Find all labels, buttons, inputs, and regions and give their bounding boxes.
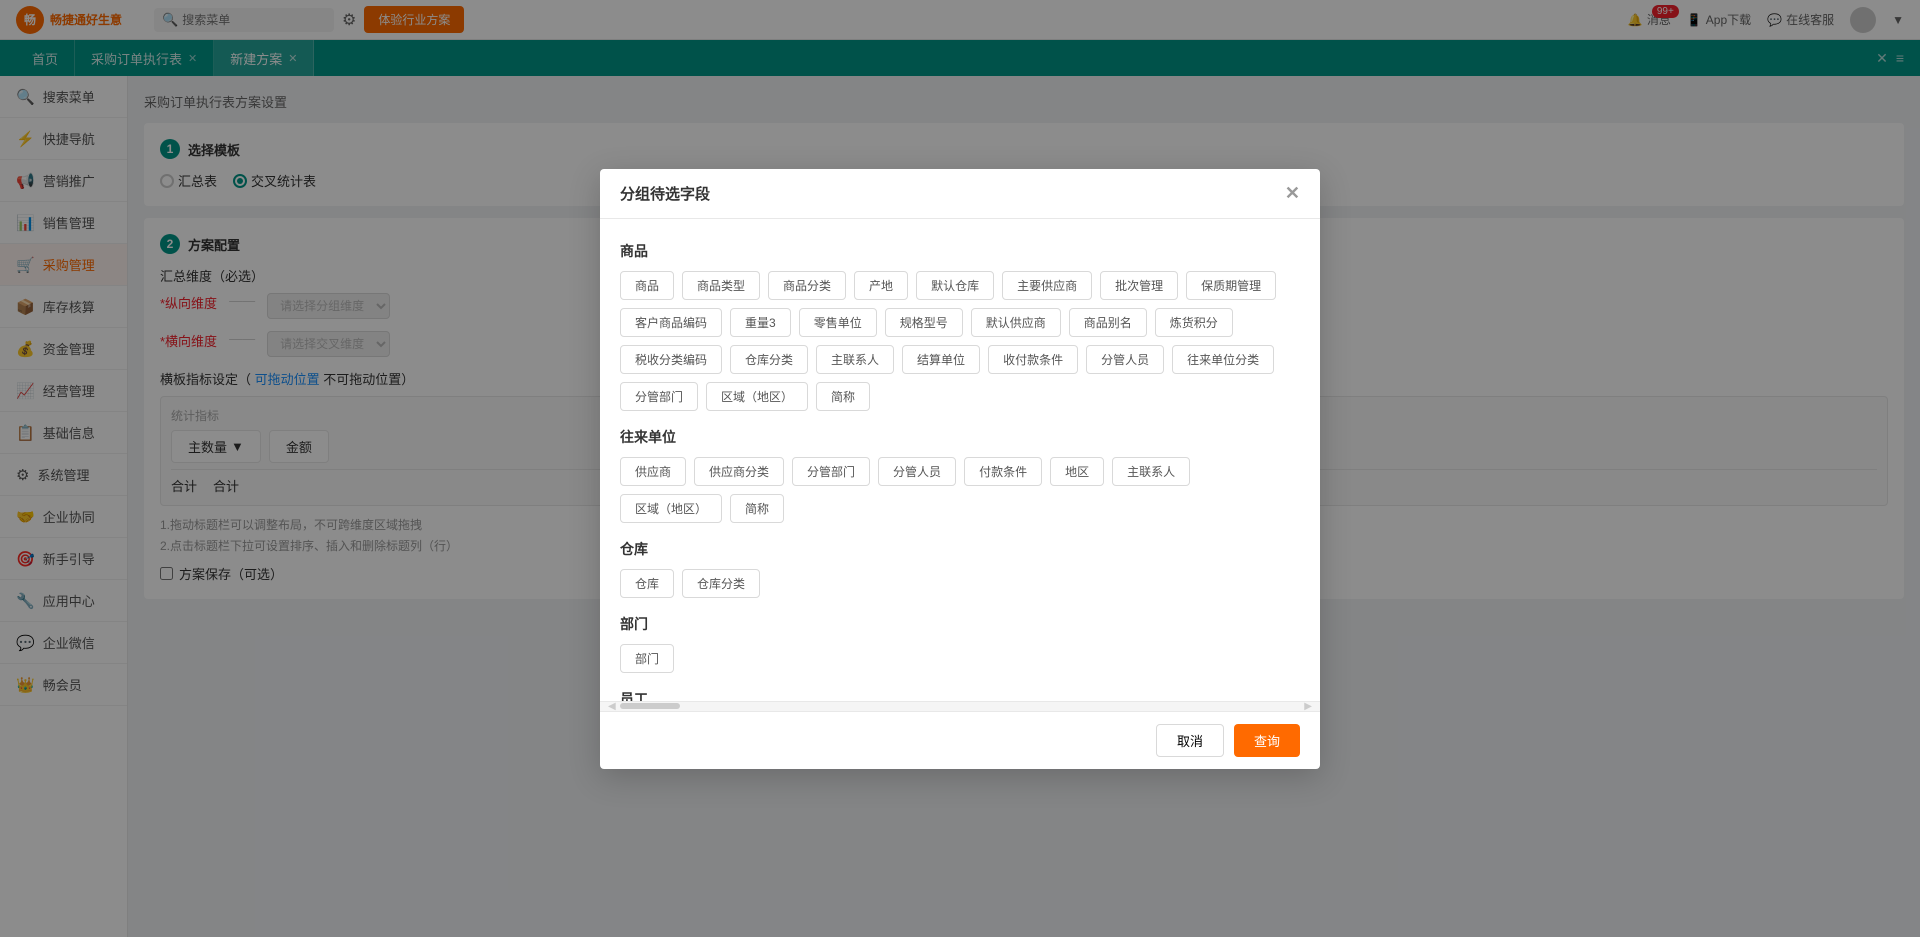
field-partner-category[interactable]: 往来单位分类: [1172, 345, 1274, 374]
field-department[interactable]: 部门: [620, 644, 674, 673]
section-title-warehouse: 仓库: [620, 539, 1300, 559]
field-retail-unit[interactable]: 零售单位: [799, 308, 877, 337]
section-title-department: 部门: [620, 614, 1300, 634]
modal-close-btn[interactable]: ✕: [1285, 183, 1300, 204]
field-batch-mgmt[interactable]: 批次管理: [1100, 271, 1178, 300]
field-warehouse[interactable]: 仓库: [620, 569, 674, 598]
field-main-contact[interactable]: 主联系人: [816, 345, 894, 374]
field-spec-model[interactable]: 规格型号: [885, 308, 963, 337]
field-expiry-mgmt[interactable]: 保质期管理: [1186, 271, 1276, 300]
modal-header: 分组待选字段 ✕: [600, 169, 1320, 219]
field-grid-department: 部门: [620, 644, 1300, 673]
modal-cancel-btn[interactable]: 取消: [1156, 724, 1224, 757]
field-partner-contact[interactable]: 主联系人: [1112, 457, 1190, 486]
field-refine-points[interactable]: 炼货积分: [1155, 308, 1233, 337]
field-abbr[interactable]: 简称: [816, 382, 870, 411]
field-product[interactable]: 商品: [620, 271, 674, 300]
modal-hscroll[interactable]: ◀ ▶: [600, 701, 1320, 711]
hscroll-thumb[interactable]: [620, 703, 680, 709]
field-main-supplier[interactable]: 主要供应商: [1002, 271, 1092, 300]
field-weight3[interactable]: 重量3: [730, 308, 791, 337]
modal-title: 分组待选字段: [620, 183, 710, 204]
field-product-alias[interactable]: 商品别名: [1069, 308, 1147, 337]
field-default-warehouse[interactable]: 默认仓库: [916, 271, 994, 300]
modal-overlay: 分组待选字段 ✕ 商品 商品 商品类型 商品分类 产地 默认仓库 主要供应商 批…: [0, 0, 1920, 937]
modal: 分组待选字段 ✕ 商品 商品 商品类型 商品分类 产地 默认仓库 主要供应商 批…: [600, 169, 1320, 769]
modal-footer: 取消 查询: [600, 711, 1320, 769]
field-partner-abbr[interactable]: 简称: [730, 494, 784, 523]
field-supervisor[interactable]: 分管人员: [1086, 345, 1164, 374]
field-grid-product: 商品 商品类型 商品分类 产地 默认仓库 主要供应商 批次管理 保质期管理 客户…: [620, 271, 1300, 411]
section-title-employee: 员工: [620, 689, 1300, 701]
field-warehouse-cat[interactable]: 仓库分类: [682, 569, 760, 598]
field-partner-supervisor[interactable]: 分管人员: [878, 457, 956, 486]
field-tax-code[interactable]: 税收分类编码: [620, 345, 722, 374]
field-product-type[interactable]: 商品类型: [682, 271, 760, 300]
field-partner-region[interactable]: 区域（地区）: [620, 494, 722, 523]
field-region[interactable]: 区域（地区）: [706, 382, 808, 411]
field-area[interactable]: 地区: [1050, 457, 1104, 486]
field-grid-partner: 供应商 供应商分类 分管部门 分管人员 付款条件 地区 主联系人 区域（地区） …: [620, 457, 1300, 523]
field-settle-unit[interactable]: 结算单位: [902, 345, 980, 374]
field-default-supplier[interactable]: 默认供应商: [971, 308, 1061, 337]
modal-confirm-btn[interactable]: 查询: [1234, 724, 1300, 757]
field-grid-warehouse: 仓库 仓库分类: [620, 569, 1300, 598]
field-product-category[interactable]: 商品分类: [768, 271, 846, 300]
field-supplier-category[interactable]: 供应商分类: [694, 457, 784, 486]
field-supplier[interactable]: 供应商: [620, 457, 686, 486]
field-dept-mgmt[interactable]: 分管部门: [620, 382, 698, 411]
field-payment-terms[interactable]: 收付款条件: [988, 345, 1078, 374]
field-warehouse-category[interactable]: 仓库分类: [730, 345, 808, 374]
field-customer-code[interactable]: 客户商品编码: [620, 308, 722, 337]
field-partner-dept[interactable]: 分管部门: [792, 457, 870, 486]
field-payment-cond[interactable]: 付款条件: [964, 457, 1042, 486]
section-title-partner: 往来单位: [620, 427, 1300, 447]
modal-body[interactable]: 商品 商品 商品类型 商品分类 产地 默认仓库 主要供应商 批次管理 保质期管理…: [600, 219, 1320, 701]
field-origin[interactable]: 产地: [854, 271, 908, 300]
section-title-product: 商品: [620, 241, 1300, 261]
